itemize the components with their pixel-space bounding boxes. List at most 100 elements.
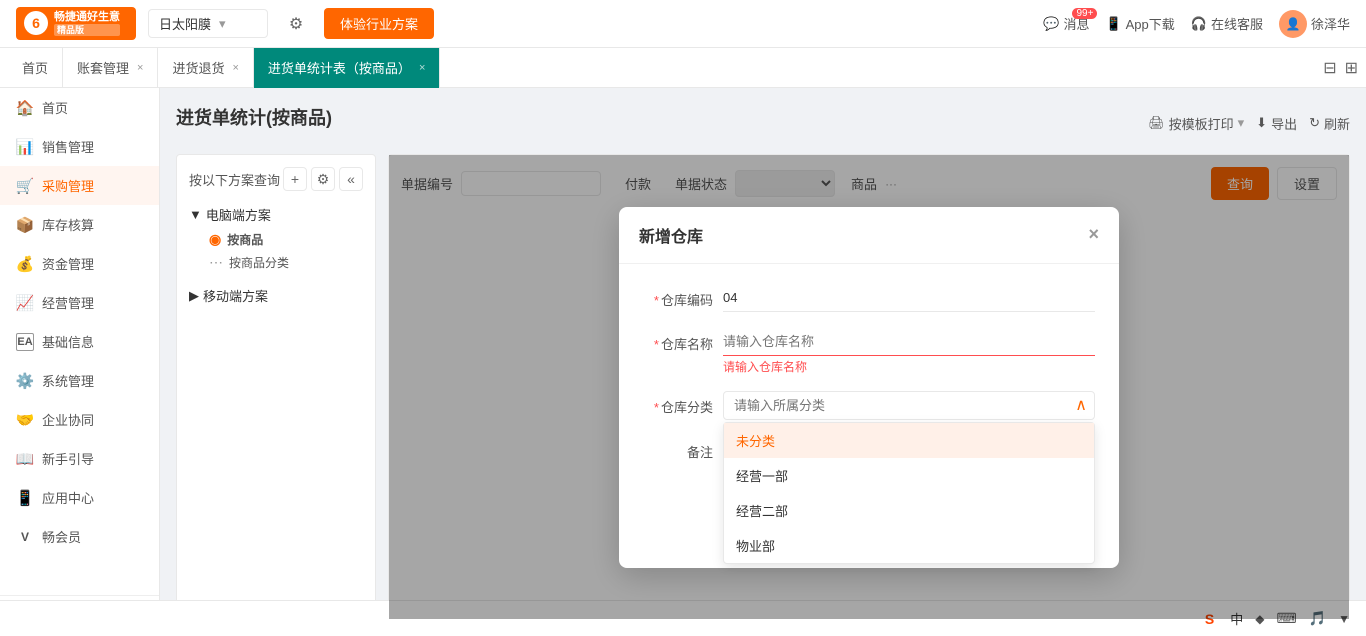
sidebar-system-label: 系统管理 bbox=[42, 371, 94, 390]
dialog-body: 仓库编码 仓库名称 请输入仓库名称 bbox=[619, 264, 1119, 500]
category-select-input[interactable] bbox=[723, 391, 1095, 420]
mobile-schema-node: ▶ 移动端方案 bbox=[189, 282, 363, 309]
sidebar-operations-label: 经营管理 bbox=[42, 293, 94, 312]
tab-purchase-stats-close[interactable]: × bbox=[419, 62, 425, 74]
sidebar-sales-label: 销售管理 bbox=[42, 137, 94, 156]
filter-label: 按以下方案查询 bbox=[189, 170, 280, 189]
tab-account[interactable]: 账套管理 × bbox=[63, 48, 158, 88]
header-right: 💬 消息 99+ 📱 App下载 🎧 在线客服 👤 徐泽华 bbox=[1043, 10, 1350, 38]
dialog-close-button[interactable]: × bbox=[1088, 224, 1099, 245]
export-btn[interactable]: ⬇ 导出 bbox=[1256, 114, 1297, 133]
sidebar-item-basic-info[interactable]: EA 基础信息 bbox=[0, 322, 159, 361]
sidebar-item-vip[interactable]: V 畅会员 bbox=[0, 517, 159, 556]
customer-service-item[interactable]: 🎧 在线客服 bbox=[1191, 14, 1263, 33]
category-label: 仓库分类 bbox=[643, 391, 723, 416]
home-icon: 🏠 bbox=[16, 99, 34, 117]
sidebar-item-sales[interactable]: 📊 销售管理 bbox=[0, 127, 159, 166]
tab-purchase-return-close[interactable]: × bbox=[232, 62, 238, 74]
operations-icon: 📈 bbox=[16, 294, 34, 312]
page-title: 进货单统计(按商品) bbox=[176, 104, 332, 130]
tab-home-label: 首页 bbox=[22, 58, 48, 77]
print-btn[interactable]: 🖨 按模板打印 ▾ bbox=[1148, 114, 1244, 133]
print-icon: 🖨 bbox=[1148, 115, 1165, 131]
computer-chevron-icon: ▼ bbox=[189, 207, 202, 222]
dropdown-option-property[interactable]: 物业部 bbox=[724, 528, 1094, 563]
code-field-row: 仓库编码 bbox=[643, 284, 1095, 312]
logo-badge: 精品版 bbox=[54, 24, 120, 37]
customer-service-label: 在线客服 bbox=[1211, 14, 1263, 33]
notifications-item[interactable]: 💬 消息 99+ bbox=[1043, 14, 1089, 33]
refresh-icon: ↻ bbox=[1309, 115, 1320, 131]
sidebar: 🏠 首页 📊 销售管理 🛒 采购管理 📦 库存核算 💰 资金管理 📈 经营管理 … bbox=[0, 88, 160, 636]
schema-by-category[interactable]: ⋯ 按商品分类 bbox=[209, 251, 363, 274]
name-input-wrapper: 请输入仓库名称 bbox=[723, 328, 1095, 375]
edit-schema-btn[interactable]: ⚙ bbox=[311, 167, 335, 191]
content-area: 进货单统计(按商品) 🖨 按模板打印 ▾ ⬇ 导出 ↻ 刷新 bbox=[160, 88, 1366, 636]
tab-minimize-icon[interactable]: ⊟ bbox=[1323, 58, 1336, 78]
name-input[interactable] bbox=[723, 328, 1095, 356]
app-download-item[interactable]: 📱 App下载 bbox=[1105, 14, 1174, 33]
sidebar-guide-label: 新手引导 bbox=[42, 449, 94, 468]
schema-tree: ▼ 电脑端方案 ◉ 按商品 ⋯ 按商品分类 bbox=[189, 201, 363, 309]
guide-icon: 📖 bbox=[16, 450, 34, 468]
schema-children: ◉ 按商品 ⋯ 按商品分类 bbox=[189, 228, 363, 274]
schema-by-product[interactable]: ◉ 按商品 bbox=[209, 228, 363, 251]
export-icon: ⬇ bbox=[1256, 115, 1267, 131]
sidebar-item-purchase[interactable]: 🛒 采购管理 bbox=[0, 166, 159, 205]
sidebar-inventory-label: 库存核算 bbox=[42, 215, 94, 234]
avatar-icon: 👤 bbox=[1286, 17, 1301, 31]
settings-icon[interactable]: ⚙ bbox=[280, 8, 312, 40]
sidebar-item-guide[interactable]: 📖 新手引导 bbox=[0, 439, 159, 478]
sidebar-item-system[interactable]: ⚙️ 系统管理 bbox=[0, 361, 159, 400]
sidebar-enterprise-label: 企业协同 bbox=[42, 410, 94, 429]
tab-purchase-return[interactable]: 进货退货 × bbox=[158, 48, 253, 88]
sidebar-apps-label: 应用中心 bbox=[42, 488, 94, 507]
sales-icon: 📊 bbox=[16, 138, 34, 156]
new-warehouse-dialog: 新增仓库 × 仓库编码 bbox=[619, 207, 1119, 568]
user-profile[interactable]: 👤 徐泽华 bbox=[1279, 10, 1350, 38]
dropdown-option-dept2[interactable]: 经营二部 bbox=[724, 493, 1094, 528]
dropdown-option-dept1[interactable]: 经营一部 bbox=[724, 458, 1094, 493]
sidebar-item-finance[interactable]: 💰 资金管理 bbox=[0, 244, 159, 283]
dropdown-option-unclassified[interactable]: 未分类 bbox=[724, 423, 1094, 458]
mobile-chevron-icon: ▶ bbox=[189, 288, 199, 304]
dialog-header: 新增仓库 × bbox=[619, 207, 1119, 264]
code-input[interactable] bbox=[723, 284, 1095, 312]
tab-purchase-stats-label: 进货单统计表（按商品） bbox=[268, 58, 411, 77]
filter-panel: 按以下方案查询 + ⚙ « ▼ 电脑端方案 bbox=[176, 154, 376, 620]
inventory-icon: 📦 bbox=[16, 216, 34, 234]
store-selector[interactable]: 日太阳膜 ▾ bbox=[148, 9, 268, 38]
refresh-btn[interactable]: ↻ 刷新 bbox=[1309, 114, 1350, 133]
computer-schema-node: ▼ 电脑端方案 ◉ 按商品 ⋯ 按商品分类 bbox=[189, 201, 363, 274]
sidebar-purchase-label: 采购管理 bbox=[42, 176, 94, 195]
category-dropdown: 未分类 经营一部 经营二部 物业部 bbox=[723, 422, 1095, 564]
add-schema-btn[interactable]: + bbox=[283, 167, 307, 191]
sidebar-item-enterprise[interactable]: 🤝 企业协同 bbox=[0, 400, 159, 439]
logo-area: 6 畅捷通好生意 精品版 bbox=[16, 7, 136, 41]
sidebar-item-operations[interactable]: 📈 经营管理 bbox=[0, 283, 159, 322]
purchase-icon: 🛒 bbox=[16, 177, 34, 195]
mobile-schema-label: 移动端方案 bbox=[203, 286, 268, 305]
tab-bar: 首页 账套管理 × 进货退货 × 进货单统计表（按商品） × ⊟ ⊞ bbox=[0, 48, 1366, 88]
basic-info-icon: EA bbox=[16, 333, 34, 351]
category-icon: ⋯ bbox=[209, 254, 223, 271]
sidebar-item-home[interactable]: 🏠 首页 bbox=[0, 88, 159, 127]
sidebar-item-inventory[interactable]: 📦 库存核算 bbox=[0, 205, 159, 244]
export-label: 导出 bbox=[1271, 114, 1297, 133]
sidebar-basic-info-label: 基础信息 bbox=[42, 332, 94, 351]
main-layout: 🏠 首页 📊 销售管理 🛒 采购管理 📦 库存核算 💰 资金管理 📈 经营管理 … bbox=[0, 88, 1366, 636]
chevron-down-icon: ▾ bbox=[219, 16, 226, 32]
tab-account-close[interactable]: × bbox=[137, 62, 143, 74]
tab-home[interactable]: 首页 bbox=[8, 48, 63, 88]
sidebar-item-apps[interactable]: 📱 应用中心 bbox=[0, 478, 159, 517]
app-download-label: App下载 bbox=[1126, 14, 1175, 33]
tab-maximize-icon[interactable]: ⊞ bbox=[1345, 58, 1358, 78]
sidebar-finance-label: 资金管理 bbox=[42, 254, 94, 273]
tab-purchase-stats[interactable]: 进货单统计表（按商品） × bbox=[254, 48, 440, 88]
notes-label: 备注 bbox=[643, 436, 723, 461]
logo-text: 畅捷通好生意 精品版 bbox=[54, 11, 120, 37]
trial-button[interactable]: 体验行业方案 bbox=[324, 8, 434, 39]
apps-icon: 📱 bbox=[16, 489, 34, 507]
collapse-btn[interactable]: « bbox=[339, 167, 363, 191]
code-label: 仓库编码 bbox=[643, 284, 723, 309]
